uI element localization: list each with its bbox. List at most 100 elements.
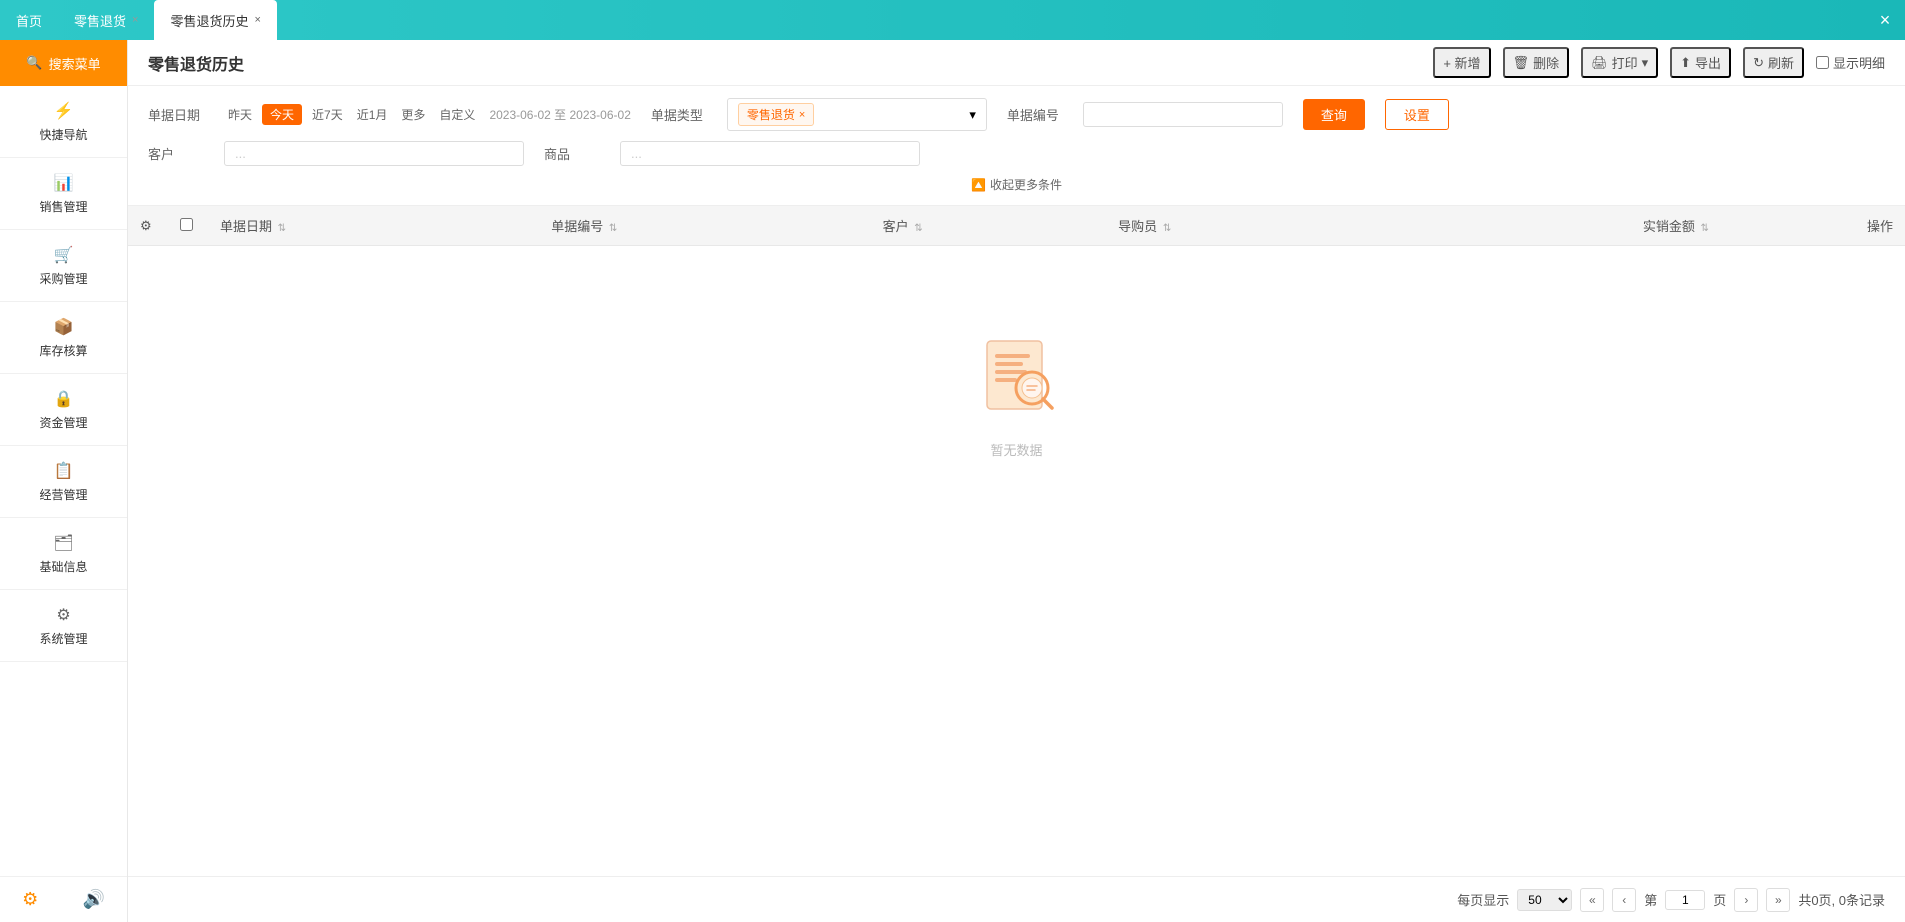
refresh-label: 刷新: [1768, 53, 1794, 72]
top-bar: 首页 零售退货 × 零售退货历史 × ×: [0, 0, 1905, 40]
sidebar-item-inventory[interactable]: 📦 库存核算: [0, 302, 127, 374]
pagination-bar: 每页显示 20 50 100 « ‹ 第 页 › » 共0页, 0条记录: [128, 876, 1905, 922]
date-opt-yesterday[interactable]: 昨天: [224, 104, 256, 125]
th-settings[interactable]: ⚙: [128, 206, 168, 246]
last-page-icon: »: [1775, 893, 1782, 907]
type-tag-close[interactable]: ×: [799, 109, 805, 121]
settings-gear-icon[interactable]: ⚙: [140, 218, 152, 233]
table-header-row: ⚙ 单据日期 ⇅ 单据编号 ⇅: [128, 206, 1905, 246]
export-button[interactable]: ⬆ 导出: [1670, 47, 1731, 78]
date-opt-7days[interactable]: 近7天: [308, 104, 347, 125]
sidebar-item-quick-nav[interactable]: ⚡ 快捷导航: [0, 86, 127, 158]
customer-filter-input[interactable]: [224, 141, 524, 166]
content-area: 零售退货历史 + 新增 🗑 删除 🖨 打印 ▾ ⬆ 导出 ↻: [128, 40, 1905, 922]
th-action: 操作: [1721, 206, 1905, 246]
tab-retail-return-history[interactable]: 零售退货历史 ×: [154, 0, 276, 40]
display-detail-checkbox[interactable]: 显示明细: [1816, 53, 1885, 72]
empty-state-icon: [967, 326, 1067, 426]
customer-filter-label: 客户: [148, 144, 204, 163]
th-customer[interactable]: 客户 ⇅: [871, 206, 1107, 246]
sidebar-item-sales-label: 销售管理: [39, 198, 87, 215]
tab-home[interactable]: 首页: [0, 0, 58, 40]
next-page-icon: ›: [1744, 893, 1748, 907]
add-button[interactable]: + 新增: [1433, 47, 1490, 78]
prev-page-icon: ‹: [1622, 893, 1626, 907]
type-filter-tag: 零售退货 ×: [738, 103, 814, 126]
sidebar-item-base-info-label: 基础信息: [39, 558, 87, 575]
th-amount-sort-icon: ⇅: [1701, 223, 1709, 234]
number-filter-label: 单据编号: [1007, 105, 1063, 124]
per-page-label: 每页显示: [1457, 890, 1509, 909]
date-opt-more[interactable]: 更多: [397, 104, 429, 125]
th-amount-label: 实销金额: [1643, 219, 1695, 234]
total-records-label: 共0页, 0条记录: [1798, 890, 1885, 909]
th-guide[interactable]: 导购员 ⇅: [1106, 206, 1389, 246]
empty-text: 暂无数据: [990, 440, 1042, 459]
prev-page-button[interactable]: ‹: [1612, 888, 1636, 912]
display-detail-input[interactable]: [1816, 56, 1829, 69]
first-page-icon: «: [1589, 893, 1596, 907]
goods-filter-label: 商品: [544, 144, 600, 163]
delete-button[interactable]: 🗑 删除: [1503, 47, 1570, 78]
sidebar-item-system[interactable]: ⚙ 系统管理: [0, 590, 127, 662]
th-guide-label: 导购员: [1118, 219, 1157, 234]
page-number-input[interactable]: [1665, 890, 1705, 910]
filter-row-2: 客户 商品: [148, 141, 1885, 166]
window-close-button[interactable]: ×: [1865, 0, 1905, 40]
sidebar-item-system-label: 系统管理: [39, 630, 87, 647]
th-amount[interactable]: 实销金额 ⇅: [1390, 206, 1721, 246]
next-page-button[interactable]: ›: [1734, 888, 1758, 912]
collapse-button[interactable]: 🔼 收起更多条件: [148, 176, 1885, 193]
table-body: 暂无数据: [128, 246, 1905, 540]
settings-bottom-icon[interactable]: ⚙: [22, 889, 38, 910]
last-page-button[interactable]: »: [1766, 888, 1790, 912]
th-checkbox[interactable]: [168, 206, 208, 246]
empty-state: 暂无数据: [128, 246, 1905, 539]
goods-filter-input[interactable]: [620, 141, 920, 166]
delete-label: 删除: [1533, 53, 1559, 72]
data-table: ⚙ 单据日期 ⇅ 单据编号 ⇅: [128, 206, 1905, 539]
sidebar-item-finance-label: 资金管理: [39, 414, 87, 431]
th-number[interactable]: 单据编号 ⇅: [539, 206, 870, 246]
per-page-select[interactable]: 20 50 100: [1517, 889, 1572, 911]
quick-nav-icon: ⚡: [53, 100, 75, 122]
finance-icon: 🔒: [53, 388, 75, 410]
filter-area: 单据日期 昨天 今天 近7天 近1月 更多 自定义 2023-06-02 至 2…: [128, 86, 1905, 206]
date-opt-today[interactable]: 今天: [262, 104, 302, 125]
purchase-icon: 🛒: [53, 244, 75, 266]
tab-retail-return-close[interactable]: ×: [132, 14, 138, 26]
sidebar-item-operations[interactable]: 📋 经营管理: [0, 446, 127, 518]
tab-list: 首页 零售退货 × 零售退货历史 ×: [0, 0, 1865, 40]
tab-retail-return-history-label: 零售退货历史: [170, 11, 248, 30]
type-filter-label: 单据类型: [651, 105, 707, 124]
export-icon: ⬆: [1680, 55, 1691, 71]
sidebar-item-inventory-label: 库存核算: [39, 342, 87, 359]
sidebar-item-sales[interactable]: 📊 销售管理: [0, 158, 127, 230]
first-page-button[interactable]: «: [1580, 888, 1604, 912]
select-all-checkbox[interactable]: [180, 218, 193, 231]
sidebar-item-base-info[interactable]: 🗂 基础信息: [0, 518, 127, 590]
header-actions: + 新增 🗑 删除 🖨 打印 ▾ ⬆ 导出 ↻ 刷新: [1433, 47, 1885, 78]
refresh-button[interactable]: ↻ 刷新: [1743, 47, 1804, 78]
th-guide-sort-icon: ⇅: [1163, 223, 1171, 234]
number-filter-input[interactable]: [1083, 102, 1283, 127]
query-button[interactable]: 查询: [1303, 99, 1365, 130]
collapse-up-icon: 🔼: [971, 178, 986, 192]
date-opt-custom[interactable]: 自定义: [435, 104, 479, 125]
sidebar-item-finance[interactable]: 🔒 资金管理: [0, 374, 127, 446]
th-date[interactable]: 单据日期 ⇅: [208, 206, 539, 246]
tab-retail-return[interactable]: 零售退货 ×: [58, 0, 154, 40]
date-range-display: 2023-06-02 至 2023-06-02: [489, 106, 630, 123]
type-tag-container: 零售退货 ×: [738, 103, 814, 126]
empty-cell: 暂无数据: [128, 246, 1905, 540]
sidebar-item-purchase[interactable]: 🛒 采购管理: [0, 230, 127, 302]
display-detail-label: 显示明细: [1833, 53, 1885, 72]
settings-button[interactable]: 设置: [1385, 99, 1449, 130]
print-button[interactable]: 🖨 打印 ▾: [1581, 47, 1658, 78]
tab-retail-return-history-close[interactable]: ×: [254, 14, 260, 26]
print-label: 打印: [1612, 53, 1638, 72]
audio-icon[interactable]: 🔊: [82, 889, 104, 910]
sidebar-search[interactable]: 🔍 搜索菜单: [0, 40, 127, 86]
date-opt-1month[interactable]: 近1月: [353, 104, 392, 125]
type-filter-select[interactable]: 零售退货 × ▾: [727, 98, 987, 131]
